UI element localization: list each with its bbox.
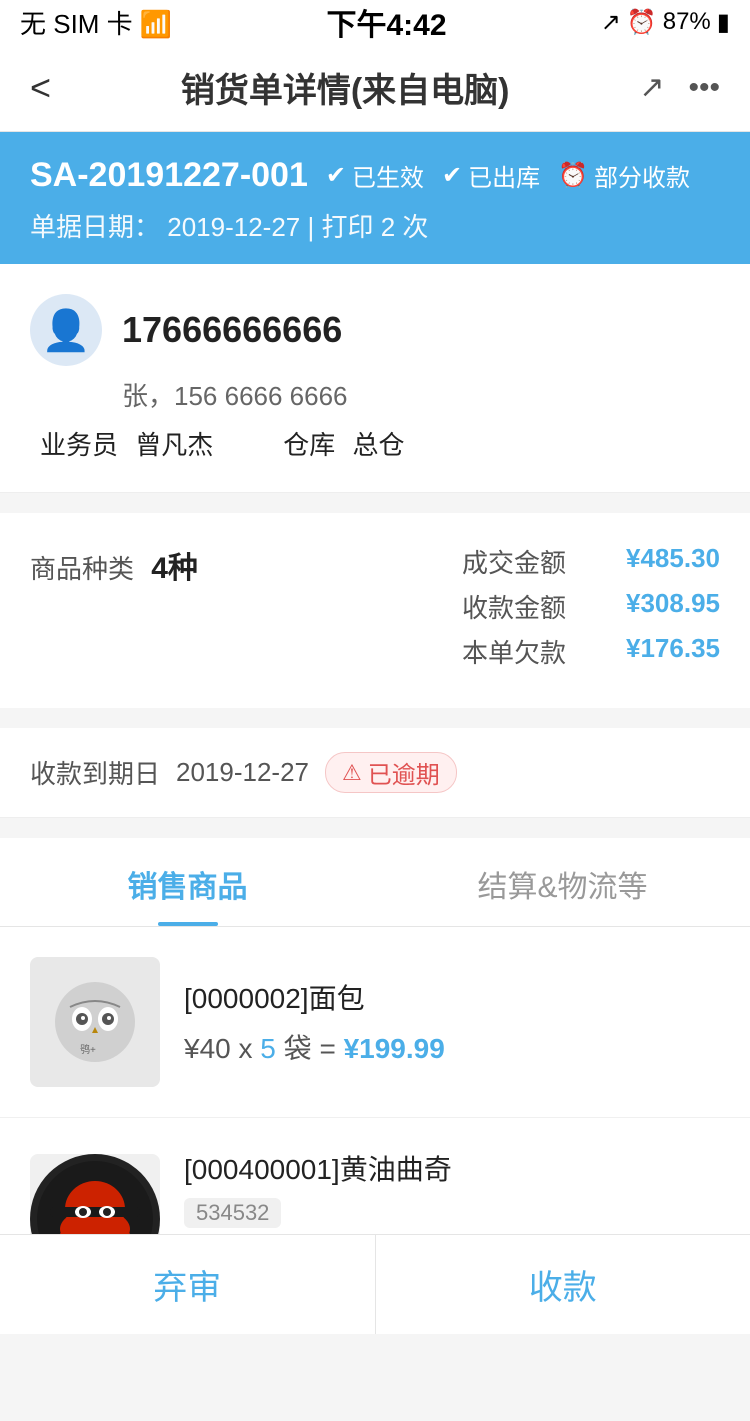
battery-icon: ▮: [717, 8, 730, 37]
page-title: 销货单详情(来自电脑): [181, 63, 510, 112]
check-icon-1: ✔: [326, 161, 346, 190]
status-effective: ✔ 已生效: [326, 158, 424, 193]
order-date-info: 单据日期： 2019-12-27 | 打印 2 次: [30, 207, 720, 244]
status-partial-payment: ⏰ 部分收款: [558, 158, 690, 193]
product-item-1: 鸮+ [0000002]面包 ¥40 x 5 袋 = ¥199.99: [0, 927, 750, 1118]
receipt-button[interactable]: 收款: [376, 1235, 750, 1334]
product-name-1: [0000002]面包: [184, 977, 720, 1017]
warehouse-info: 仓库 总仓: [273, 425, 404, 462]
nav-bar: < 销货单详情(来自电脑) ↗︎ •••: [0, 44, 750, 132]
product-info-1: [0000002]面包 ¥40 x 5 袋 = ¥199.99: [184, 977, 720, 1067]
status-bar: 无 SIM 卡 📶 下午4:42 ↗ ⏰ 87% ▮: [0, 0, 750, 44]
due-date-label: 收款到期日: [30, 754, 160, 791]
product-total-1: ¥199.99: [344, 1033, 445, 1064]
nav-actions: ↗︎ •••: [639, 70, 720, 105]
summary-section: 商品种类 4种 成交金额 ¥485.30 收款金额 ¥308.95 本单欠款 ¥…: [0, 513, 750, 708]
customer-section: 👤 17666666666 张，156 6666 6666 业务员 曾凡杰 仓库…: [0, 264, 750, 493]
debt-amount-row: 本单欠款 ¥176.35: [462, 633, 720, 670]
status-time: 下午4:42: [326, 0, 446, 44]
product-type-info: 商品种类 4种: [30, 543, 198, 587]
svg-text:鸮+: 鸮+: [80, 1043, 96, 1056]
overdue-icon: ⚠: [342, 760, 362, 786]
tab-settlement[interactable]: 结算&物流等: [375, 838, 750, 926]
person-icon: 👤: [41, 307, 91, 354]
cancel-review-button[interactable]: 弃审: [0, 1235, 376, 1334]
status-shipped: ✔ 已出库: [442, 158, 540, 193]
share-button[interactable]: ↗︎: [639, 70, 664, 105]
customer-id: 17666666666: [122, 309, 342, 351]
status-left: 无 SIM 卡 📶: [20, 4, 172, 41]
amount-summary: 成交金额 ¥485.30 收款金额 ¥308.95 本单欠款 ¥176.35: [462, 543, 720, 678]
customer-sub-info: 张，156 6666 6666: [122, 376, 720, 413]
status-right: ↗ ⏰ 87% ▮: [601, 8, 730, 37]
tab-products[interactable]: 销售商品: [0, 838, 375, 926]
owl-icon: 鸮+: [50, 977, 140, 1067]
bottom-bar: 弃审 收款: [0, 1234, 750, 1334]
avatar: 👤: [30, 294, 102, 366]
owl-image: 鸮+: [30, 957, 160, 1087]
due-date-section: 收款到期日 2019-12-27 ⚠ 已逾期: [0, 728, 750, 818]
product-name-2: [000400001]黄油曲奇: [184, 1148, 720, 1188]
tabs-section: 销售商品 结算&物流等: [0, 838, 750, 927]
receipt-amount-row: 收款金额 ¥308.95: [462, 588, 720, 625]
deal-amount-row: 成交金额 ¥485.30: [462, 543, 720, 580]
location-icon: ↗: [601, 8, 621, 37]
more-button[interactable]: •••: [688, 71, 720, 105]
product-image-1: 鸮+: [30, 957, 160, 1087]
due-date-value: 2019-12-27: [176, 757, 309, 788]
overdue-badge: ⚠ 已逾期: [325, 752, 457, 793]
check-icon-2: ✔: [442, 161, 462, 190]
overdue-label: 已逾期: [368, 755, 440, 790]
type-count: 4种: [151, 552, 198, 585]
salesperson-info: 业务员 曾凡杰: [30, 425, 213, 462]
product-sku-2: 534532: [184, 1198, 281, 1228]
product-price-1: ¥40 x 5 袋 = ¥199.99: [184, 1027, 720, 1067]
order-header-banner: SA-20191227-001 ✔ 已生效 ✔ 已出库 ⏰ 部分收款 单据日期：…: [0, 132, 750, 264]
receipt-amount: ¥308.95: [626, 588, 720, 625]
battery-level: 87%: [663, 8, 711, 36]
order-id: SA-20191227-001: [30, 156, 308, 195]
back-button[interactable]: <: [30, 67, 51, 109]
alarm-icon: ⏰: [627, 8, 657, 37]
product-qty-1: 5: [260, 1033, 276, 1064]
clock-icon: ⏰: [558, 161, 588, 190]
debt-amount: ¥176.35: [626, 633, 720, 670]
deal-amount: ¥485.30: [626, 543, 720, 580]
